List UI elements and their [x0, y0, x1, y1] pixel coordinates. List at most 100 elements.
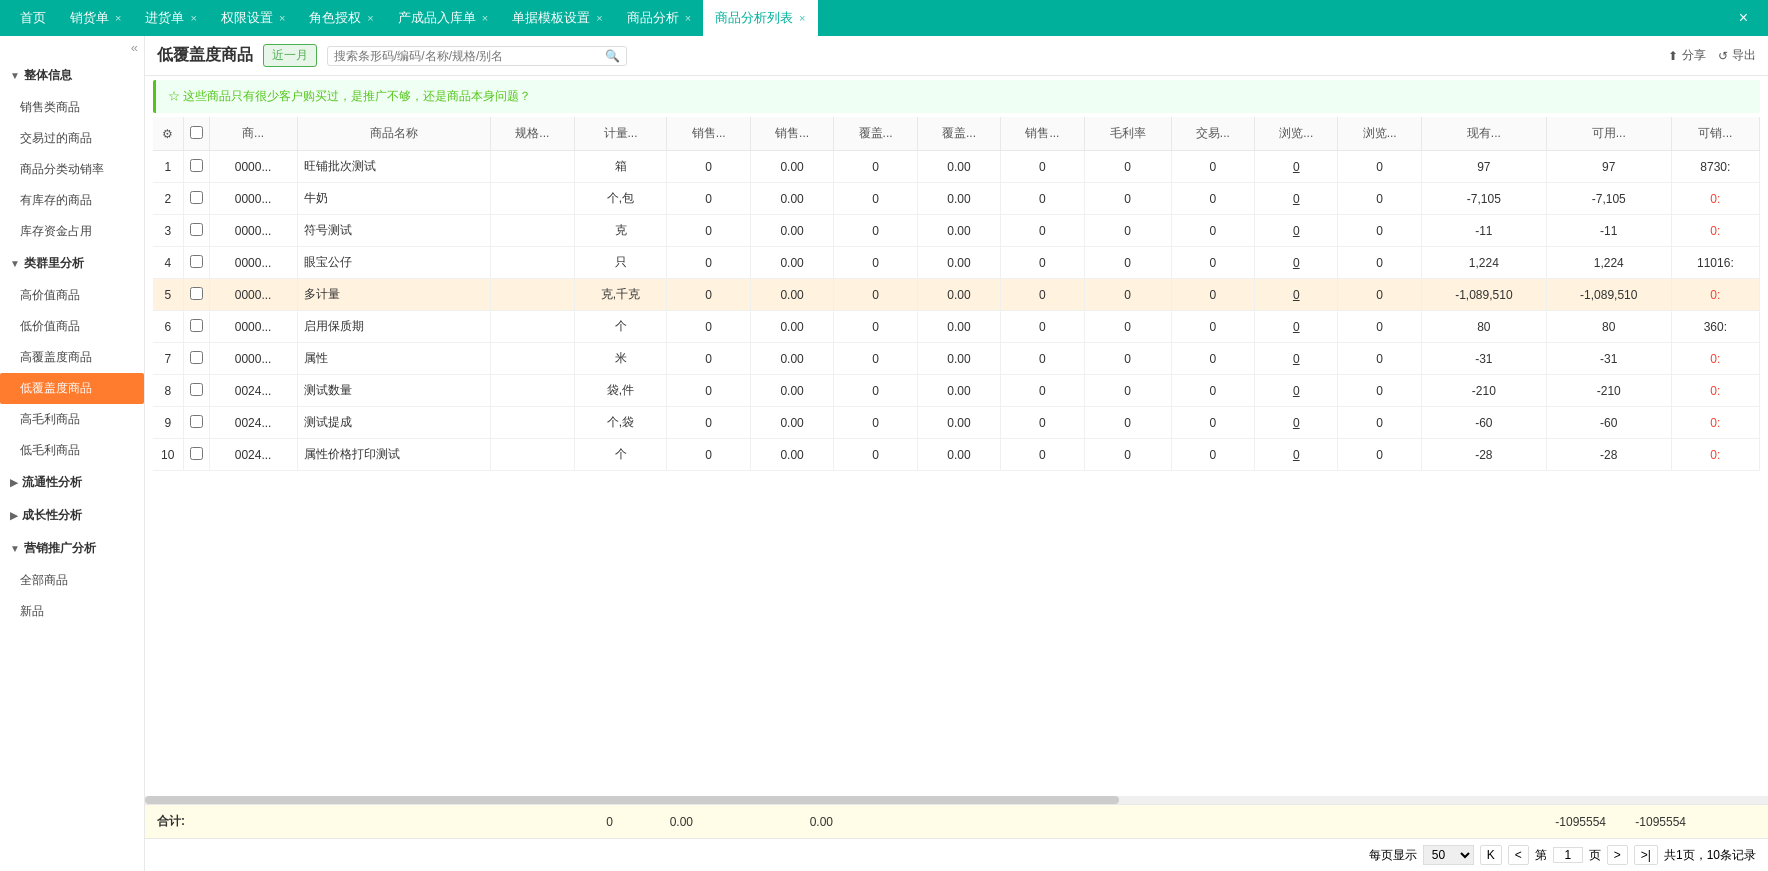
nav-tab-analysis-list[interactable]: 商品分析列表 × [703, 0, 817, 36]
nav-tab-roles[interactable]: 角色授权 × [297, 0, 385, 36]
period-button[interactable]: 近一月 [263, 44, 317, 67]
close-icon[interactable]: × [279, 12, 285, 24]
next-page-button[interactable]: > [1607, 845, 1628, 865]
first-page-button[interactable]: K [1480, 845, 1502, 865]
sidebar-collapse-button[interactable]: « [131, 40, 138, 55]
row-select-checkbox[interactable] [190, 383, 203, 396]
page-number-input[interactable] [1553, 847, 1583, 863]
row-cover1: 0 [834, 151, 917, 183]
sidebar-section-growth[interactable]: ▶ 成长性分析 [0, 499, 144, 532]
sidebar-item-low-value[interactable]: 低价值商品 [0, 311, 144, 342]
sidebar: « ▼ 整体信息 销售类商品 交易过的商品 商品分类动销率 有库存的商品 库存资… [0, 36, 145, 871]
row-checkbox[interactable] [183, 311, 209, 343]
sidebar-item-category-rate[interactable]: 商品分类动销率 [0, 154, 144, 185]
close-icon[interactable]: × [367, 12, 373, 24]
row-checkbox[interactable] [183, 375, 209, 407]
close-icon[interactable]: × [596, 12, 602, 24]
sidebar-section-group[interactable]: ▼ 类群里分析 [0, 247, 144, 280]
row-browse1[interactable]: 0 [1255, 407, 1338, 439]
row-browse1[interactable]: 0 [1255, 247, 1338, 279]
row-select-checkbox[interactable] [190, 287, 203, 300]
row-current: -210 [1421, 375, 1546, 407]
horizontal-scrollbar[interactable] [145, 796, 1768, 804]
per-page-select[interactable]: 50 20 100 [1423, 845, 1474, 865]
row-browse1[interactable]: 0 [1255, 311, 1338, 343]
last-page-button[interactable]: >| [1634, 845, 1658, 865]
close-icon[interactable]: × [115, 12, 121, 24]
row-no: 9 [153, 407, 183, 439]
sidebar-item-high-margin[interactable]: 高毛利商品 [0, 404, 144, 435]
row-browse1[interactable]: 0 [1255, 151, 1338, 183]
row-select-checkbox[interactable] [190, 447, 203, 460]
sidebar-section-circulation[interactable]: ▶ 流通性分析 [0, 466, 144, 499]
nav-tab-permissions[interactable]: 权限设置 × [209, 0, 297, 36]
row-select-checkbox[interactable] [190, 351, 203, 364]
row-spec [491, 439, 574, 471]
nav-tab-purchase[interactable]: 进货单 × [133, 0, 208, 36]
row-browse1[interactable]: 0 [1255, 439, 1338, 471]
row-browse1[interactable]: 0 [1255, 375, 1338, 407]
row-select-checkbox[interactable] [190, 255, 203, 268]
select-all-checkbox[interactable] [190, 126, 203, 139]
sidebar-item-capital[interactable]: 库存资金占用 [0, 216, 144, 247]
row-checkbox[interactable] [183, 215, 209, 247]
sidebar-section-overall[interactable]: ▼ 整体信息 [0, 59, 144, 92]
nav-tab-home[interactable]: 首页 [8, 0, 58, 36]
row-sales3: 0 [1001, 375, 1084, 407]
close-icon[interactable]: × [482, 12, 488, 24]
prev-page-button[interactable]: < [1508, 845, 1529, 865]
row-browse1[interactable]: 0 [1255, 343, 1338, 375]
nav-tab-products-in[interactable]: 产成品入库单 × [386, 0, 500, 36]
search-icon[interactable]: 🔍 [605, 49, 620, 63]
row-browse1[interactable]: 0 [1255, 279, 1338, 311]
row-select-checkbox[interactable] [190, 159, 203, 172]
sidebar-item-all-goods[interactable]: 全部商品 [0, 565, 144, 596]
sidebar-item-traded-goods[interactable]: 交易过的商品 [0, 123, 144, 154]
row-browse1[interactable]: 0 [1255, 183, 1338, 215]
table-row: 8 0024... 测试数量 袋,件 0 0.00 0 0.00 0 0 0 0… [153, 375, 1760, 407]
scrollbar-thumb[interactable] [145, 796, 1119, 804]
row-browse2: 0 [1338, 407, 1421, 439]
nav-tab-template[interactable]: 单据模板设置 × [500, 0, 614, 36]
sidebar-item-sales-goods[interactable]: 销售类商品 [0, 92, 144, 123]
row-name: 旺铺批次测试 [297, 151, 490, 183]
row-current: -1,089,510 [1421, 279, 1546, 311]
window-close-button[interactable]: × [1727, 9, 1760, 27]
sidebar-item-low-coverage[interactable]: 低覆盖度商品 [0, 373, 144, 404]
sidebar-item-high-coverage[interactable]: 高覆盖度商品 [0, 342, 144, 373]
col-settings[interactable]: ⚙ [153, 117, 183, 151]
export-button[interactable]: ↺ 导出 [1718, 47, 1756, 64]
row-checkbox[interactable] [183, 183, 209, 215]
row-trade: 0 [1171, 407, 1254, 439]
row-select-checkbox[interactable] [190, 191, 203, 204]
close-icon[interactable]: × [799, 12, 805, 24]
row-browse1[interactable]: 0 [1255, 215, 1338, 247]
row-select-checkbox[interactable] [190, 223, 203, 236]
nav-tab-sales[interactable]: 销货单 × [58, 0, 133, 36]
row-checkbox[interactable] [183, 343, 209, 375]
row-spec [491, 375, 574, 407]
search-input[interactable] [334, 49, 601, 63]
row-sales-amt: 0.00 [750, 279, 833, 311]
sidebar-item-in-stock[interactable]: 有库存的商品 [0, 185, 144, 216]
row-checkbox[interactable] [183, 407, 209, 439]
row-sales3: 0 [1001, 279, 1084, 311]
row-checkbox[interactable] [183, 439, 209, 471]
close-icon[interactable]: × [685, 12, 691, 24]
row-checkbox[interactable] [183, 279, 209, 311]
row-select-checkbox[interactable] [190, 415, 203, 428]
row-gross-margin: 0 [1084, 407, 1171, 439]
close-icon[interactable]: × [190, 12, 196, 24]
nav-tab-analysis[interactable]: 商品分析 × [615, 0, 703, 36]
row-checkbox[interactable] [183, 151, 209, 183]
row-checkbox[interactable] [183, 247, 209, 279]
sidebar-item-low-margin[interactable]: 低毛利商品 [0, 435, 144, 466]
row-select-checkbox[interactable] [190, 319, 203, 332]
sidebar-item-high-value[interactable]: 高价值商品 [0, 280, 144, 311]
row-trade: 0 [1171, 215, 1254, 247]
sidebar-item-new-goods[interactable]: 新品 [0, 596, 144, 627]
row-available: -11 [1546, 215, 1671, 247]
row-unit: 克 [574, 215, 667, 247]
share-button[interactable]: ⬆ 分享 [1668, 47, 1706, 64]
sidebar-section-marketing[interactable]: ▼ 营销推广分析 [0, 532, 144, 565]
